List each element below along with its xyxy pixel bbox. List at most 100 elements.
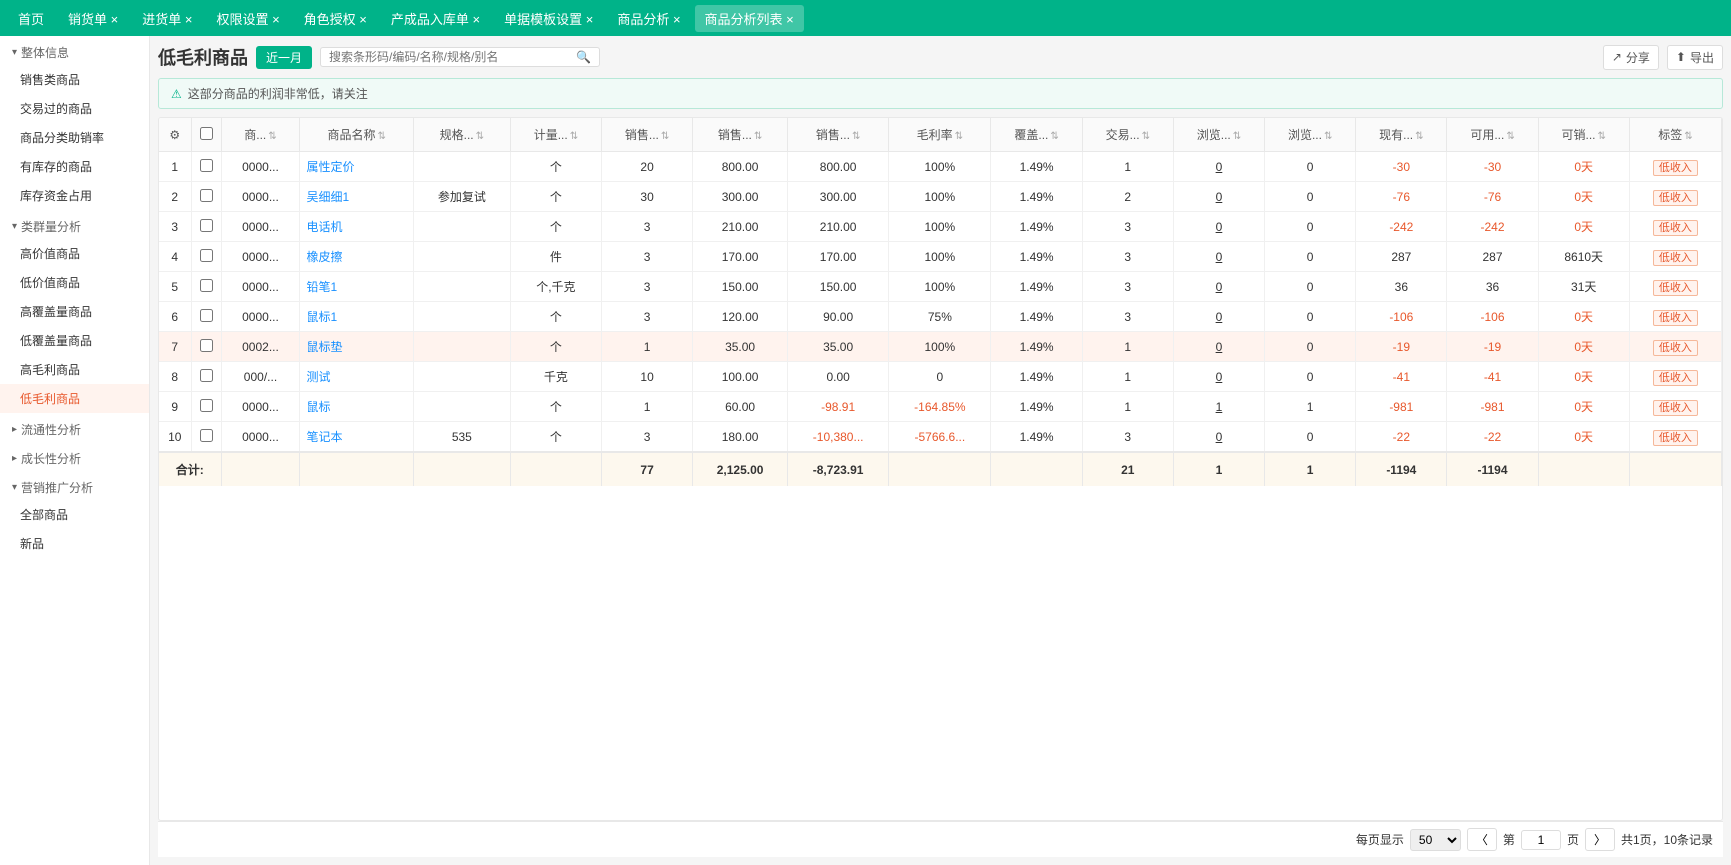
cell-checkbox[interactable] bbox=[191, 212, 221, 242]
table-container[interactable]: ⚙ 商...⇅ 商品名称⇅ 规格...⇅ 计量...⇅ 销售...⇅ 销售...… bbox=[158, 117, 1723, 821]
sidebar-group-circulation[interactable]: ▸ 流通性分析 bbox=[0, 413, 149, 442]
cell-browse1[interactable]: 0 bbox=[1173, 242, 1264, 272]
col-trade[interactable]: 交易...⇅ bbox=[1082, 118, 1173, 152]
row-checkbox[interactable] bbox=[200, 309, 213, 322]
cell-browse1[interactable]: 0 bbox=[1173, 272, 1264, 302]
col-cover[interactable]: 覆盖...⇅ bbox=[991, 118, 1082, 152]
cell-name[interactable]: 笔记本 bbox=[300, 422, 413, 453]
sidebar-item-low-value[interactable]: 低价值商品 bbox=[0, 268, 149, 297]
cell-checkbox[interactable] bbox=[191, 392, 221, 422]
sidebar-group-growth[interactable]: ▸ 成长性分析 bbox=[0, 442, 149, 471]
col-sale-amount[interactable]: 销售...⇅ bbox=[788, 118, 889, 152]
nav-template-setting[interactable]: 单据模板设置 × bbox=[494, 5, 603, 32]
prev-page-button[interactable]: 〈 bbox=[1467, 828, 1497, 851]
col-saleable[interactable]: 可销...⇅ bbox=[1538, 118, 1629, 152]
cell-name[interactable]: 鼠标 bbox=[300, 392, 413, 422]
sidebar-item-low-coverage[interactable]: 低覆盖量商品 bbox=[0, 326, 149, 355]
col-gear[interactable]: ⚙ bbox=[159, 118, 191, 152]
sidebar-item-sales-products[interactable]: 销售类商品 bbox=[0, 65, 149, 94]
cell-checkbox[interactable] bbox=[191, 182, 221, 212]
row-checkbox[interactable] bbox=[200, 369, 213, 382]
cell-name[interactable]: 电话机 bbox=[300, 212, 413, 242]
col-browse2[interactable]: 浏览...⇅ bbox=[1265, 118, 1356, 152]
cell-browse1[interactable]: 0 bbox=[1173, 182, 1264, 212]
cell-name[interactable]: 属性定价 bbox=[300, 152, 413, 182]
cell-name[interactable]: 吴细细1 bbox=[300, 182, 413, 212]
cell-browse1[interactable]: 0 bbox=[1173, 152, 1264, 182]
col-checkbox[interactable] bbox=[191, 118, 221, 152]
cell-browse1[interactable]: 1 bbox=[1173, 392, 1264, 422]
col-spec[interactable]: 规格...⇅ bbox=[413, 118, 510, 152]
cell-available: -981 bbox=[1447, 392, 1538, 422]
nav-sales-order[interactable]: 销货单 × bbox=[58, 5, 128, 32]
col-name[interactable]: 商品名称⇅ bbox=[300, 118, 413, 152]
sidebar-item-high-value[interactable]: 高价值商品 bbox=[0, 239, 149, 268]
row-checkbox[interactable] bbox=[200, 189, 213, 202]
cell-browse1[interactable]: 0 bbox=[1173, 422, 1264, 453]
nav-product-analysis[interactable]: 商品分析 × bbox=[607, 5, 690, 32]
sidebar-item-traded-products[interactable]: 交易过的商品 bbox=[0, 94, 149, 123]
cell-name[interactable]: 测试 bbox=[300, 362, 413, 392]
cell-checkbox[interactable] bbox=[191, 332, 221, 362]
cell-checkbox[interactable] bbox=[191, 362, 221, 392]
col-sale-qty[interactable]: 销售...⇅ bbox=[601, 118, 692, 152]
sidebar-item-stock-capital[interactable]: 库存资金占用 bbox=[0, 181, 149, 210]
search-icon[interactable]: 🔍 bbox=[576, 50, 591, 64]
cell-name[interactable]: 鼠标垫 bbox=[300, 332, 413, 362]
cell-checkbox[interactable] bbox=[191, 152, 221, 182]
cell-checkbox[interactable] bbox=[191, 242, 221, 272]
col-current[interactable]: 现有...⇅ bbox=[1356, 118, 1447, 152]
sidebar-item-new-products[interactable]: 新品 bbox=[0, 529, 149, 558]
cell-browse1[interactable]: 0 bbox=[1173, 302, 1264, 332]
cell-browse2: 0 bbox=[1265, 422, 1356, 453]
row-checkbox[interactable] bbox=[200, 339, 213, 352]
nav-permission-setting[interactable]: 权限设置 × bbox=[206, 5, 289, 32]
export-button[interactable]: ⬆ 导出 bbox=[1667, 45, 1723, 70]
sidebar-group-overall[interactable]: ▾ 整体信息 bbox=[0, 36, 149, 65]
sidebar-item-low-margin[interactable]: 低毛利商品 bbox=[0, 384, 149, 413]
cell-checkbox[interactable] bbox=[191, 422, 221, 453]
cell-name[interactable]: 橡皮擦 bbox=[300, 242, 413, 272]
cell-name[interactable]: 鼠标1 bbox=[300, 302, 413, 332]
page-number-input[interactable] bbox=[1521, 830, 1561, 850]
cell-browse1[interactable]: 0 bbox=[1173, 212, 1264, 242]
next-page-button[interactable]: 〉 bbox=[1585, 828, 1615, 851]
date-filter-button[interactable]: 近一月 bbox=[256, 46, 312, 69]
share-button[interactable]: ↗ 分享 bbox=[1603, 45, 1659, 70]
cell-checkbox[interactable] bbox=[191, 272, 221, 302]
nav-product-analysis-list[interactable]: 商品分析列表 × bbox=[695, 5, 804, 32]
chevron-right-icon: ▸ bbox=[12, 424, 17, 435]
col-tag[interactable]: 标签⇅ bbox=[1629, 118, 1721, 152]
search-input[interactable] bbox=[329, 50, 576, 64]
select-all-checkbox[interactable] bbox=[200, 127, 213, 140]
sidebar-item-stock-products[interactable]: 有库存的商品 bbox=[0, 152, 149, 181]
row-checkbox[interactable] bbox=[200, 399, 213, 412]
sidebar-item-high-margin[interactable]: 高毛利商品 bbox=[0, 355, 149, 384]
col-code[interactable]: 商...⇅ bbox=[221, 118, 300, 152]
sidebar-group-marketing[interactable]: ▾ 营销推广分析 bbox=[0, 471, 149, 500]
page-size-select[interactable]: 50 100 200 bbox=[1410, 829, 1461, 851]
cell-browse1[interactable]: 0 bbox=[1173, 332, 1264, 362]
sidebar-item-category-rate[interactable]: 商品分类助销率 bbox=[0, 123, 149, 152]
sidebar-group-cluster[interactable]: ▾ 类群量分析 bbox=[0, 210, 149, 239]
sidebar-item-high-coverage[interactable]: 高覆盖量商品 bbox=[0, 297, 149, 326]
row-checkbox[interactable] bbox=[200, 279, 213, 292]
row-checkbox[interactable] bbox=[200, 429, 213, 442]
nav-product-warehouse[interactable]: 产成品入库单 × bbox=[381, 5, 490, 32]
nav-role-auth[interactable]: 角色授权 × bbox=[294, 5, 377, 32]
cell-name[interactable]: 铅笔1 bbox=[300, 272, 413, 302]
nav-home[interactable]: 首页 bbox=[8, 5, 54, 32]
row-checkbox[interactable] bbox=[200, 159, 213, 172]
cell-checkbox[interactable] bbox=[191, 302, 221, 332]
col-browse1[interactable]: 浏览...⇅ bbox=[1173, 118, 1264, 152]
col-gross-rate[interactable]: 毛利率⇅ bbox=[889, 118, 991, 152]
col-sale-price[interactable]: 销售...⇅ bbox=[693, 118, 788, 152]
row-checkbox[interactable] bbox=[200, 219, 213, 232]
cell-browse1[interactable]: 0 bbox=[1173, 362, 1264, 392]
sidebar-item-all-products[interactable]: 全部商品 bbox=[0, 500, 149, 529]
table-header-row: ⚙ 商...⇅ 商品名称⇅ 规格...⇅ 计量...⇅ 销售...⇅ 销售...… bbox=[159, 118, 1722, 152]
col-available[interactable]: 可用...⇅ bbox=[1447, 118, 1538, 152]
col-unit[interactable]: 计量...⇅ bbox=[510, 118, 601, 152]
row-checkbox[interactable] bbox=[200, 249, 213, 262]
nav-purchase-order[interactable]: 进货单 × bbox=[132, 5, 202, 32]
